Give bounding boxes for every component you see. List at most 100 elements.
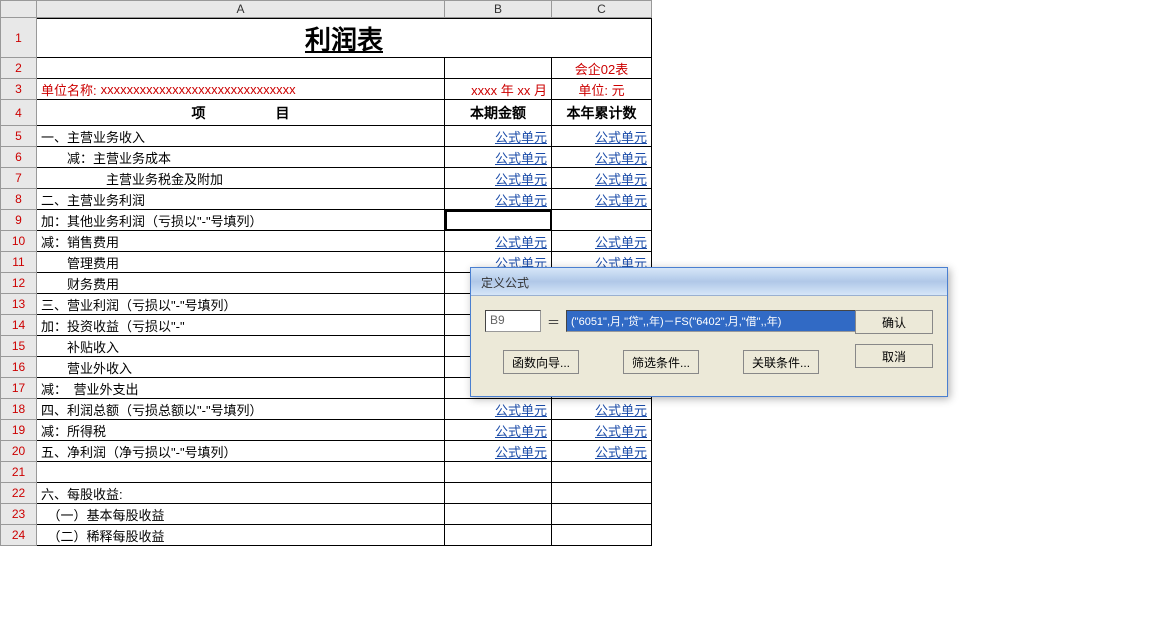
row-header[interactable]: 20 [0,441,37,462]
unit-name[interactable]: 单位名称: xxxxxxxxxxxxxxxxxxxxxxxxxxxxxx [37,79,445,100]
row-header[interactable]: 14 [0,315,37,336]
formula-link[interactable]: 公式单元 [595,148,647,167]
col-header-current[interactable]: 本期金额 [445,100,552,126]
current-amount-cell[interactable]: 公式单元 [445,441,552,462]
row-header[interactable]: 8 [0,189,37,210]
row-header[interactable]: 16 [0,357,37,378]
row-header[interactable]: 12 [0,273,37,294]
col-header-B[interactable]: B [445,0,552,18]
row-header[interactable]: 11 [0,252,37,273]
item-cell[interactable]: （二）稀释每股收益 [37,525,445,546]
formula-link[interactable]: 公式单元 [495,148,547,167]
ytd-amount-cell[interactable] [552,525,652,546]
current-amount-cell[interactable]: 公式单元 [445,399,552,420]
ytd-amount-cell[interactable]: 公式单元 [552,399,652,420]
ytd-amount-cell[interactable]: 公式单元 [552,168,652,189]
row-header[interactable]: 21 [0,462,37,483]
item-cell[interactable]: （一）基本每股收益 [37,504,445,525]
row-header[interactable]: 18 [0,399,37,420]
item-cell[interactable]: 六、每股收益: [37,483,445,504]
item-cell[interactable]: 主营业务税金及附加 [37,168,445,189]
ytd-amount-cell[interactable] [552,210,652,231]
col-header-ytd[interactable]: 本年累计数 [552,100,652,126]
current-amount-cell[interactable] [445,504,552,525]
item-cell[interactable]: 二、主营业务利润 [37,189,445,210]
formula-link[interactable]: 公式单元 [495,421,547,440]
current-amount-cell[interactable] [445,525,552,546]
title-cell[interactable]: 利润表 [37,18,652,58]
row-header[interactable]: 9 [0,210,37,231]
formula-link[interactable]: 公式单元 [495,127,547,146]
col-header-item[interactable]: 项 目 [37,100,445,126]
date-cell[interactable]: xxxx 年 xx 月 [445,79,552,100]
item-cell[interactable]: 财务费用 [37,273,445,294]
item-cell[interactable]: 减： 营业外支出 [37,378,445,399]
current-amount-cell[interactable]: 公式单元 [445,231,552,252]
item-cell[interactable]: 减：所得税 [37,420,445,441]
ytd-amount-cell[interactable] [552,483,652,504]
ytd-amount-cell[interactable] [552,462,652,483]
row-header-4[interactable]: 4 [0,100,37,126]
row-header[interactable]: 17 [0,378,37,399]
item-cell[interactable] [37,462,445,483]
ytd-amount-cell[interactable]: 公式单元 [552,189,652,210]
row-header[interactable]: 19 [0,420,37,441]
current-amount-cell[interactable] [445,210,552,231]
row-header[interactable]: 13 [0,294,37,315]
formula-link[interactable]: 公式单元 [595,421,647,440]
item-cell[interactable]: 营业外收入 [37,357,445,378]
col-header-C[interactable]: C [552,0,652,18]
item-cell[interactable]: 补贴收入 [37,336,445,357]
cell-ref-input[interactable]: B9 [485,310,541,332]
formula-link[interactable]: 公式单元 [495,190,547,209]
filter-condition-button[interactable]: 筛选条件... [623,350,699,374]
assoc-condition-button[interactable]: 关联条件... [743,350,819,374]
ytd-amount-cell[interactable]: 公式单元 [552,231,652,252]
formula-link[interactable]: 公式单元 [595,442,647,461]
item-cell[interactable]: 一、主营业务收入 [37,126,445,147]
ytd-amount-cell[interactable]: 公式单元 [552,147,652,168]
formula-link[interactable]: 公式单元 [495,169,547,188]
current-amount-cell[interactable]: 公式单元 [445,168,552,189]
item-cell[interactable]: 五、净利润（净亏损以"-"号填列） [37,441,445,462]
row-header[interactable]: 23 [0,504,37,525]
item-cell[interactable]: 四、利润总额（亏损总额以"-"号填列） [37,399,445,420]
unit-label[interactable]: 单位: 元 [552,79,652,100]
ytd-amount-cell[interactable] [552,504,652,525]
formula-link[interactable]: 公式单元 [595,190,647,209]
cell-B2[interactable] [445,58,552,79]
formula-link[interactable]: 公式单元 [495,232,547,251]
row-header[interactable]: 15 [0,336,37,357]
row-header[interactable]: 22 [0,483,37,504]
row-header[interactable]: 24 [0,525,37,546]
function-wizard-button[interactable]: 函数向导... [503,350,579,374]
current-amount-cell[interactable] [445,462,552,483]
form-code[interactable]: 会企02表 [552,58,652,79]
current-amount-cell[interactable]: 公式单元 [445,147,552,168]
formula-link[interactable]: 公式单元 [595,232,647,251]
item-cell[interactable]: 加：投资收益（亏损以"-" [37,315,445,336]
cancel-button[interactable]: 取消 [855,344,933,368]
formula-link[interactable]: 公式单元 [595,169,647,188]
row-header-3[interactable]: 3 [0,79,37,100]
current-amount-cell[interactable]: 公式单元 [445,420,552,441]
formula-link[interactable]: 公式单元 [595,127,647,146]
item-cell[interactable]: 管理费用 [37,252,445,273]
row-header[interactable]: 7 [0,168,37,189]
ytd-amount-cell[interactable]: 公式单元 [552,126,652,147]
col-header-A[interactable]: A [37,0,445,18]
ytd-amount-cell[interactable]: 公式单元 [552,420,652,441]
ok-button[interactable]: 确认 [855,310,933,334]
row-header[interactable]: 5 [0,126,37,147]
current-amount-cell[interactable]: 公式单元 [445,189,552,210]
formula-link[interactable]: 公式单元 [595,400,647,419]
item-cell[interactable]: 减：主营业务成本 [37,147,445,168]
current-amount-cell[interactable] [445,483,552,504]
row-header[interactable]: 10 [0,231,37,252]
item-cell[interactable]: 三、营业利润（亏损以"-"号填列） [37,294,445,315]
corner-cell[interactable] [0,0,37,18]
row-header-1[interactable]: 1 [0,18,37,58]
current-amount-cell[interactable]: 公式单元 [445,126,552,147]
cell-A2[interactable] [37,58,445,79]
item-cell[interactable]: 减：销售费用 [37,231,445,252]
